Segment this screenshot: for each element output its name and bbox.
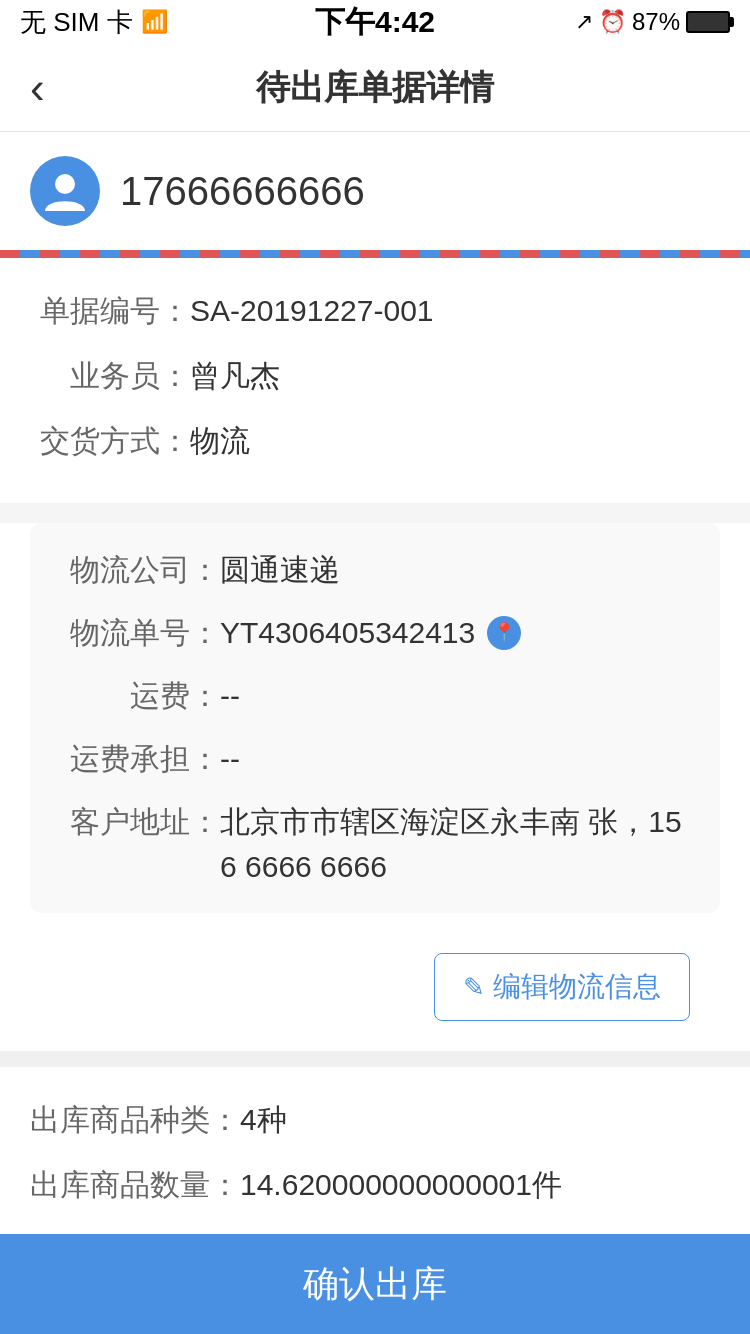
wifi-icon: 📶 bbox=[141, 9, 168, 35]
logistics-company-label: 物流公司： bbox=[60, 547, 220, 592]
edit-icon: ✎ bbox=[463, 972, 485, 1003]
nav-bar: ‹ 待出库单据详情 bbox=[0, 44, 750, 132]
tracking-no-label: 物流单号： bbox=[60, 610, 220, 655]
confirm-button[interactable]: 确认出库 bbox=[0, 1234, 750, 1334]
page-title: 待出库单据详情 bbox=[256, 65, 494, 111]
freight-row: 运费： -- bbox=[60, 673, 690, 718]
product-types-value: 4种 bbox=[240, 1097, 720, 1142]
delivery-method-row: 交货方式： 物流 bbox=[30, 418, 720, 463]
carrier-text: 无 SIM 卡 bbox=[20, 5, 133, 40]
section-divider bbox=[0, 1051, 750, 1067]
edit-logistics-label: 编辑物流信息 bbox=[493, 968, 661, 1006]
confirm-label: 确认出库 bbox=[303, 1260, 447, 1309]
order-info-section: 单据编号： SA-20191227-001 业务员： 曾凡杰 交货方式： 物流 bbox=[0, 258, 750, 503]
logistics-card: 物流公司： 圆通速递 物流单号： YT43064053424​13 📍 运费： … bbox=[30, 523, 720, 913]
battery-percent: 87% bbox=[632, 8, 680, 36]
user-header: 17666666666 bbox=[0, 132, 750, 250]
tracking-no-value: YT43064053424​13 📍 bbox=[220, 610, 690, 655]
freight-label: 运费： bbox=[60, 673, 220, 718]
status-bar: 无 SIM 卡 📶 下午4:42 ↗ ⏰ 87% bbox=[0, 0, 750, 44]
delivery-method-label: 交货方式： bbox=[30, 418, 190, 463]
order-no-value: SA-20191227-001 bbox=[190, 288, 720, 333]
svg-point-0 bbox=[55, 174, 75, 194]
sales-person-label: 业务员： bbox=[30, 353, 190, 398]
user-phone: 17666666666 bbox=[120, 169, 365, 214]
tracking-location-icon[interactable]: 📍 bbox=[487, 616, 521, 650]
status-right: ↗ ⏰ 87% bbox=[575, 8, 730, 36]
tracking-no-row: 物流单号： YT43064053424​13 📍 bbox=[60, 610, 690, 655]
logistics-wrapper: 物流公司： 圆通速递 物流单号： YT43064053424​13 📍 运费： … bbox=[0, 523, 750, 1051]
product-quantity-label: 出库商品数量： bbox=[30, 1162, 240, 1207]
address-label: 客户地址： bbox=[60, 799, 220, 844]
location-icon: ↗ bbox=[575, 9, 593, 35]
freight-bearer-value: -- bbox=[220, 736, 690, 781]
sales-person-row: 业务员： 曾凡杰 bbox=[30, 353, 720, 398]
back-button[interactable]: ‹ bbox=[20, 53, 55, 123]
logistics-company-row: 物流公司： 圆通速递 bbox=[60, 547, 690, 592]
product-section: 出库商品种类： 4种 出库商品数量： 14.620000000000001件 bbox=[0, 1067, 750, 1247]
status-left: 无 SIM 卡 📶 bbox=[20, 5, 168, 40]
sales-person-value: 曾凡杰 bbox=[190, 353, 720, 398]
delivery-method-value: 物流 bbox=[190, 418, 720, 463]
freight-bearer-label: 运费承担： bbox=[60, 736, 220, 781]
edit-logistics-area: ✎ 编辑物流信息 bbox=[30, 933, 720, 1041]
status-time: 下午4:42 bbox=[315, 2, 435, 43]
edit-logistics-button[interactable]: ✎ 编辑物流信息 bbox=[434, 953, 690, 1021]
address-value: 北京市市辖区海淀区永丰南 张，156 6666 6666 bbox=[220, 799, 690, 889]
order-no-label: 单据编号： bbox=[30, 288, 190, 333]
order-no-row: 单据编号： SA-20191227-001 bbox=[30, 288, 720, 333]
product-quantity-row: 出库商品数量： 14.620000000000001件 bbox=[30, 1162, 720, 1207]
address-row: 客户地址： 北京市市辖区海淀区永丰南 张，156 6666 6666 bbox=[60, 799, 690, 889]
product-types-label: 出库商品种类： bbox=[30, 1097, 240, 1142]
alarm-icon: ⏰ bbox=[599, 9, 626, 35]
product-types-row: 出库商品种类： 4种 bbox=[30, 1097, 720, 1142]
battery-icon bbox=[686, 11, 730, 33]
dashed-divider bbox=[0, 250, 750, 258]
user-avatar-icon bbox=[40, 166, 90, 216]
avatar bbox=[30, 156, 100, 226]
logistics-company-value: 圆通速递 bbox=[220, 547, 690, 592]
freight-bearer-row: 运费承担： -- bbox=[60, 736, 690, 781]
freight-value: -- bbox=[220, 673, 690, 718]
product-quantity-value: 14.620000000000001件 bbox=[240, 1162, 720, 1207]
